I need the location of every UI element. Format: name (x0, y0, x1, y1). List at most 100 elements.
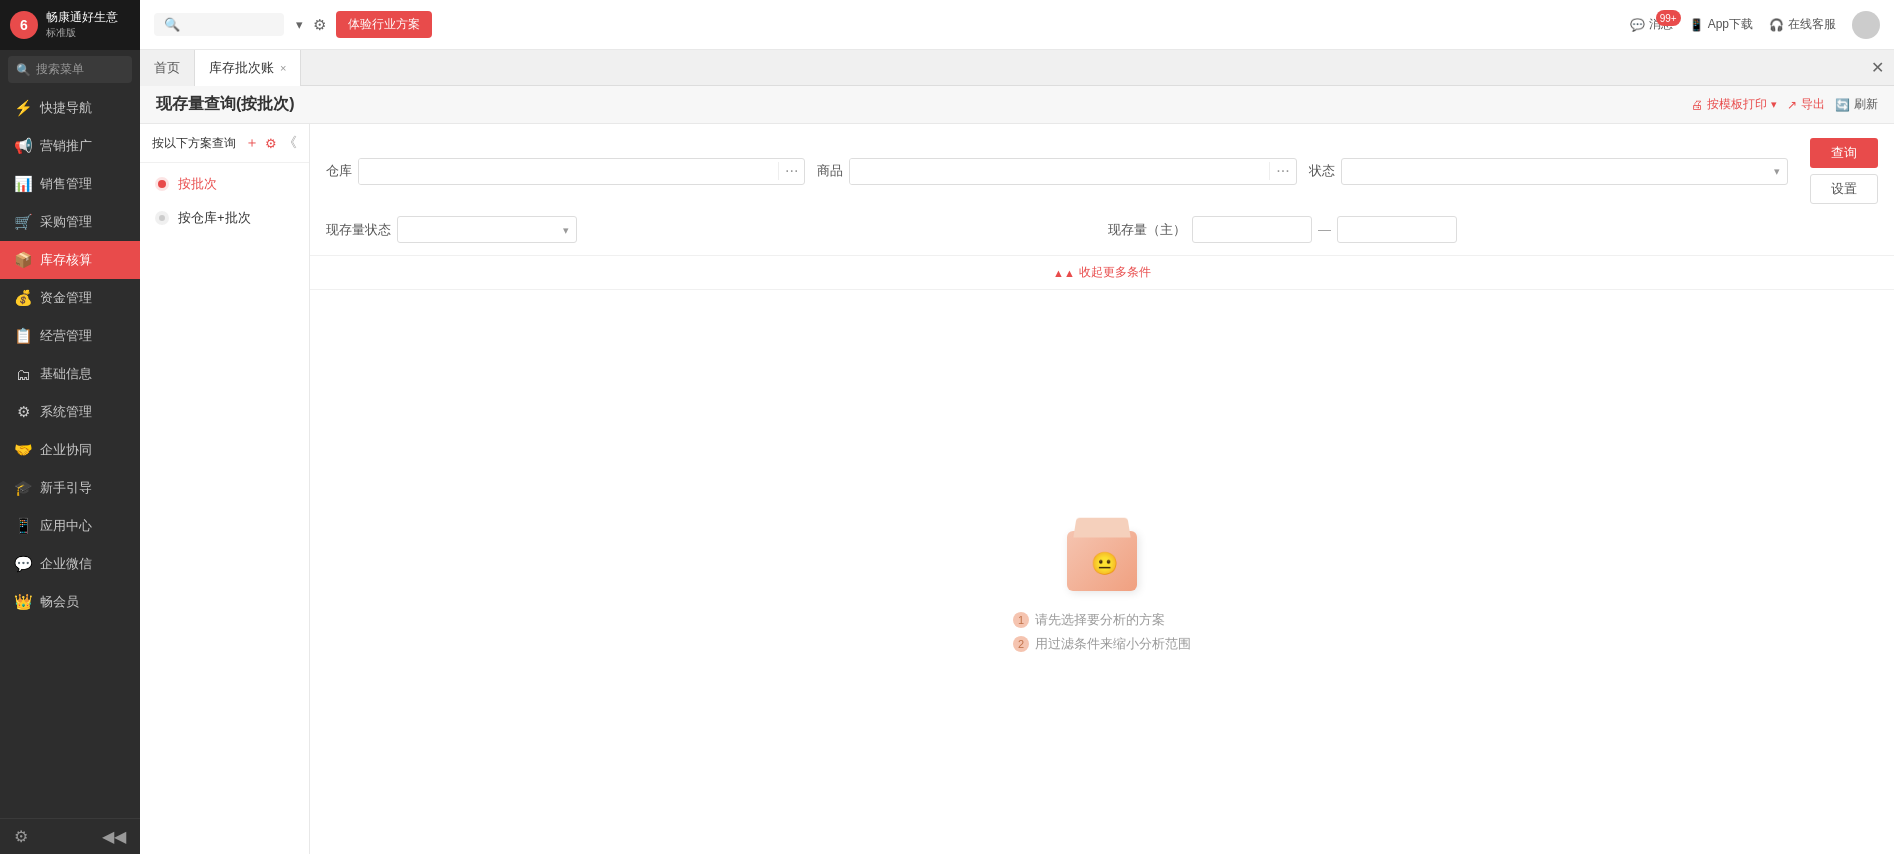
sidebar-item-label: 新手引导 (40, 479, 92, 497)
query-section: 仓库 ··· 商品 ··· 状态 (310, 124, 1894, 256)
guide-icon: 🎓 (14, 479, 32, 497)
settings-button[interactable]: 设置 (1810, 174, 1878, 204)
collapse-bar[interactable]: ▲▲ 收起更多条件 (310, 256, 1894, 290)
right-panel: 仓库 ··· 商品 ··· 状态 (310, 124, 1894, 854)
topbar-search-input[interactable] (185, 18, 265, 32)
svg-point-1 (158, 180, 166, 188)
warehouse-input[interactable] (359, 159, 778, 184)
tab-inventory-batch[interactable]: 库存批次账 × (195, 50, 301, 86)
scheme-settings-icon[interactable]: ⚙ (265, 136, 277, 151)
refresh-label: 刷新 (1854, 96, 1878, 113)
sidebar-item-label: 应用中心 (40, 517, 92, 535)
page-title: 现存量查询(按批次) (156, 94, 295, 115)
print-label: 按模板打印 (1707, 96, 1767, 113)
filter-row-1: 仓库 ··· 商品 ··· 状态 (326, 138, 1878, 204)
inventory-qty-max-input[interactable] (1337, 216, 1457, 243)
scheme-panel-header: 按以下方案查询 ＋ ⚙ 《 (140, 124, 309, 163)
empty-hints: 1 请先选择要分析的方案 2 用过滤条件来缩小分析范围 (1013, 611, 1191, 653)
status-select[interactable] (1341, 158, 1788, 185)
refresh-icon: 🔄 (1835, 98, 1850, 112)
tab-home-label: 首页 (154, 59, 180, 77)
add-scheme-icon[interactable]: ＋ (245, 134, 259, 152)
product-picker-icon[interactable]: ··· (1269, 162, 1295, 180)
product-input[interactable] (850, 159, 1269, 184)
trial-button[interactable]: 体验行业方案 (336, 11, 432, 38)
sidebar-item-finance[interactable]: 💰 资金管理 (0, 279, 140, 317)
online-service-action[interactable]: 🎧 在线客服 (1769, 16, 1836, 33)
enterprise-icon: 🤝 (14, 441, 32, 459)
inventory-status-label: 现存量状态 (326, 221, 391, 239)
scheme-item-batch[interactable]: 按批次 (140, 167, 309, 201)
warehouse-input-group[interactable]: ··· (358, 158, 805, 185)
sidebar-item-operation[interactable]: 📋 经营管理 (0, 317, 140, 355)
sidebar-item-guide[interactable]: 🎓 新手引导 (0, 469, 140, 507)
sidebar-item-quick-nav[interactable]: ⚡ 快捷导航 (0, 89, 140, 127)
sidebar-item-sales[interactable]: 📊 销售管理 (0, 165, 140, 203)
inventory-status-select[interactable] (397, 216, 577, 243)
hint-1-text: 请先选择要分析的方案 (1035, 611, 1165, 629)
refresh-action[interactable]: 🔄 刷新 (1835, 96, 1878, 113)
product-input-group[interactable]: ··· (849, 158, 1296, 185)
sidebar-item-label: 经营管理 (40, 327, 92, 345)
message-icon: 💬 (1630, 18, 1645, 32)
sidebar: 6 畅康通好生意 标准版 🔍 搜索菜单 ⚡ 快捷导航 📢 营销推广 📊 销售管理… (0, 0, 140, 854)
sidebar-search[interactable]: 🔍 搜索菜单 (8, 56, 132, 83)
tab-close-icon[interactable]: × (280, 62, 286, 74)
collapse-panel-icon[interactable]: 《 (283, 134, 297, 152)
export-action[interactable]: ↗ 导出 (1787, 96, 1825, 113)
scheme-batch-label: 按批次 (178, 175, 217, 193)
sidebar-item-label: 资金管理 (40, 289, 92, 307)
warehouse-label: 仓库 (326, 162, 352, 180)
hint-2: 2 用过滤条件来缩小分析范围 (1013, 635, 1191, 653)
page-title-actions: 🖨 按模板打印 ▾ ↗ 导出 🔄 刷新 (1691, 96, 1878, 113)
print-dropdown-icon[interactable]: ▾ (1771, 98, 1777, 111)
topbar-search-box[interactable]: 🔍 (154, 13, 284, 36)
print-action[interactable]: 🖨 按模板打印 ▾ (1691, 96, 1777, 113)
sidebar-item-label: 销售管理 (40, 175, 92, 193)
warehouse-picker-icon[interactable]: ··· (778, 162, 804, 180)
search-icon: 🔍 (164, 17, 180, 32)
topbar-gear-icon[interactable]: ⚙ (313, 16, 326, 34)
finance-icon: 💰 (14, 289, 32, 307)
sidebar-item-basic[interactable]: 🗂 基础信息 (0, 355, 140, 393)
basic-icon: 🗂 (14, 365, 32, 383)
sidebar-item-purchase[interactable]: 🛒 采购管理 (0, 203, 140, 241)
tabbar: 首页 库存批次账 × ✕ (140, 50, 1894, 86)
warehouse-field: 仓库 ··· (326, 158, 805, 185)
tab-home[interactable]: 首页 (140, 50, 195, 86)
sidebar-item-label: 企业协同 (40, 441, 92, 459)
scheme-header-label: 按以下方案查询 (152, 135, 236, 152)
sidebar-item-inventory[interactable]: 📦 库存核算 (0, 241, 140, 279)
sidebar-item-label: 营销推广 (40, 137, 92, 155)
filter-row-2: 现存量状态 ▾ 现存量（主） — (326, 216, 1878, 243)
sidebar-item-marketing[interactable]: 📢 营销推广 (0, 127, 140, 165)
tab-inventory-batch-label: 库存批次账 (209, 59, 274, 77)
settings-icon[interactable]: ⚙ (14, 827, 28, 846)
user-avatar[interactable] (1852, 11, 1880, 39)
sidebar-item-enterprise[interactable]: 🤝 企业协同 (0, 431, 140, 469)
inventory-qty-min-input[interactable] (1192, 216, 1312, 243)
panel-close-icon[interactable]: ✕ (1871, 58, 1884, 77)
messages-action[interactable]: 💬 消息 99+ (1630, 16, 1673, 33)
query-button[interactable]: 查询 (1810, 138, 1878, 168)
sidebar-item-system[interactable]: ⚙ 系统管理 (0, 393, 140, 431)
status-select-wrap[interactable]: ▾ (1341, 158, 1788, 185)
export-icon: ↗ (1787, 98, 1797, 112)
quick-nav-icon: ⚡ (14, 99, 32, 117)
online-service-label: 在线客服 (1788, 16, 1836, 33)
export-label: 导出 (1801, 96, 1825, 113)
dropdown-chevron-icon[interactable]: ▾ (296, 17, 303, 32)
sidebar-item-label: 采购管理 (40, 213, 92, 231)
collapse-sidebar-icon[interactable]: ◀◀ (102, 827, 126, 846)
sidebar-item-label: 畅会员 (40, 593, 79, 611)
status-field: 状态 ▾ (1309, 158, 1788, 185)
sidebar-item-member[interactable]: 👑 畅会员 (0, 583, 140, 621)
query-actions: 查询 设置 (1800, 138, 1878, 204)
inventory-status-select-wrap[interactable]: ▾ (397, 216, 577, 243)
empty-state: 😐 1 请先选择要分析的方案 2 用过滤条件来缩小分析范围 (310, 290, 1894, 854)
sidebar-item-wechat[interactable]: 💬 企业微信 (0, 545, 140, 583)
svg-point-3 (159, 215, 165, 221)
app-download-action[interactable]: 📱 App下载 (1689, 16, 1753, 33)
sidebar-item-apps[interactable]: 📱 应用中心 (0, 507, 140, 545)
scheme-item-warehouse-batch[interactable]: 按仓库+批次 (140, 201, 309, 235)
